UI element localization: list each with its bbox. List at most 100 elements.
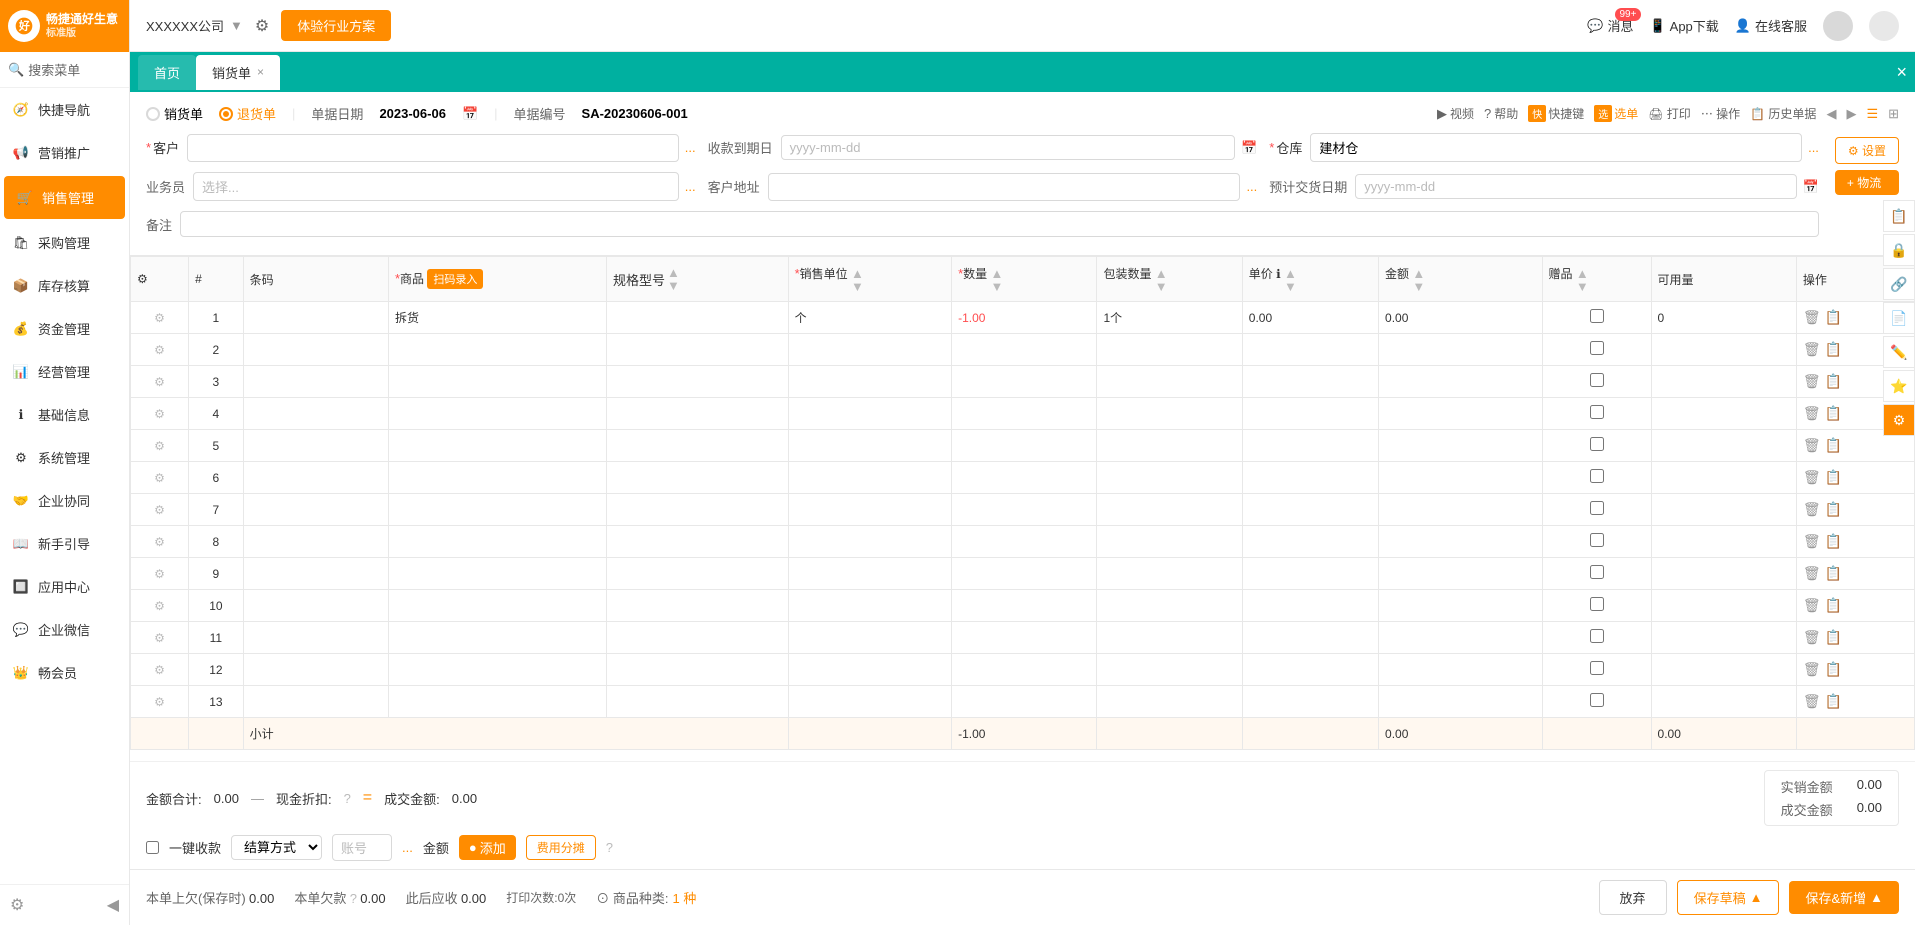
row-pkg-cell[interactable]: 1个 bbox=[1097, 302, 1242, 334]
row-spec-cell[interactable] bbox=[606, 590, 788, 622]
float-btn-7[interactable]: ⚙ bbox=[1883, 404, 1915, 436]
row-spec-cell[interactable] bbox=[606, 622, 788, 654]
float-btn-3[interactable]: 🔗 bbox=[1883, 268, 1915, 300]
row-qty-cell[interactable] bbox=[952, 430, 1097, 462]
row-amount-cell[interactable] bbox=[1379, 494, 1543, 526]
gift-checkbox[interactable] bbox=[1590, 469, 1604, 483]
row-price-cell[interactable] bbox=[1242, 494, 1378, 526]
tab-home[interactable]: 首页 bbox=[138, 55, 196, 90]
copy-row-icon[interactable]: 📋 bbox=[1825, 405, 1842, 422]
row-settings-cell[interactable]: ⚙ bbox=[131, 526, 189, 558]
nav-prev-icon[interactable]: ◀ bbox=[1826, 106, 1836, 122]
row-amount-cell[interactable]: 0.00 bbox=[1379, 302, 1543, 334]
row-qty-cell[interactable] bbox=[952, 622, 1097, 654]
copy-row-icon[interactable]: 📋 bbox=[1825, 693, 1842, 710]
row-gift-cell[interactable] bbox=[1542, 622, 1651, 654]
row-unit-cell[interactable] bbox=[788, 622, 952, 654]
sidebar-item-资金管理[interactable]: 💰资金管理 bbox=[0, 307, 129, 350]
row-price-cell[interactable] bbox=[1242, 526, 1378, 558]
settings-gear-icon[interactable]: ⚙ bbox=[255, 16, 269, 36]
row-product-cell[interactable] bbox=[388, 686, 606, 718]
one-click-pay-checkbox[interactable] bbox=[146, 841, 159, 854]
row-barcode-cell[interactable] bbox=[243, 334, 388, 366]
date-calendar-icon[interactable]: 📅 bbox=[462, 106, 478, 122]
row-product-cell[interactable] bbox=[388, 462, 606, 494]
row-pkg-cell[interactable] bbox=[1097, 526, 1242, 558]
copy-row-icon[interactable]: 📋 bbox=[1825, 373, 1842, 390]
row-product-cell[interactable] bbox=[388, 494, 606, 526]
row-product-cell[interactable] bbox=[388, 622, 606, 654]
delete-row-icon[interactable]: 🗑 bbox=[1803, 341, 1821, 358]
row-gift-cell[interactable] bbox=[1542, 334, 1651, 366]
row-qty-cell[interactable] bbox=[952, 654, 1097, 686]
gift-checkbox[interactable] bbox=[1590, 309, 1604, 323]
row-product-cell[interactable] bbox=[388, 590, 606, 622]
salesperson-dots[interactable]: ... bbox=[685, 179, 696, 194]
row-settings-cell[interactable]: ⚙ bbox=[131, 494, 189, 526]
sidebar-item-库存核算[interactable]: 📦库存核算 bbox=[0, 264, 129, 307]
row-qty-cell[interactable] bbox=[952, 590, 1097, 622]
gift-checkbox[interactable] bbox=[1590, 373, 1604, 387]
copy-row-icon[interactable]: 📋 bbox=[1825, 629, 1842, 646]
row-gift-cell[interactable] bbox=[1542, 686, 1651, 718]
row-spec-cell[interactable] bbox=[606, 686, 788, 718]
nav-next-icon[interactable]: ▶ bbox=[1846, 106, 1856, 122]
row-pkg-cell[interactable] bbox=[1097, 654, 1242, 686]
row-barcode-cell[interactable] bbox=[243, 526, 388, 558]
sidebar-item-快捷导航[interactable]: 🧭快捷导航 bbox=[0, 88, 129, 131]
row-spec-cell[interactable] bbox=[606, 462, 788, 494]
row-spec-cell[interactable] bbox=[606, 430, 788, 462]
sidebar-item-新手引导[interactable]: 📖新手引导 bbox=[0, 522, 129, 565]
row-amount-cell[interactable] bbox=[1379, 686, 1543, 718]
row-unit-cell[interactable] bbox=[788, 686, 952, 718]
row-unit-cell[interactable] bbox=[788, 430, 952, 462]
row-unit-cell[interactable] bbox=[788, 366, 952, 398]
row-pkg-cell[interactable] bbox=[1097, 398, 1242, 430]
row-amount-cell[interactable] bbox=[1379, 430, 1543, 462]
row-price-cell[interactable] bbox=[1242, 590, 1378, 622]
sidebar-item-采购管理[interactable]: 🛍采购管理 bbox=[0, 221, 129, 264]
row-unit-cell[interactable] bbox=[788, 334, 952, 366]
row-amount-cell[interactable] bbox=[1379, 526, 1543, 558]
account-dots[interactable]: ... bbox=[402, 840, 413, 855]
row-qty-cell[interactable] bbox=[952, 494, 1097, 526]
logistics-btn[interactable]: + 物流 bbox=[1835, 170, 1899, 195]
trial-btn[interactable]: 体验行业方案 bbox=[281, 10, 391, 41]
view-list-icon[interactable]: ☰ bbox=[1866, 106, 1878, 122]
gift-checkbox[interactable] bbox=[1590, 341, 1604, 355]
row-gift-cell[interactable] bbox=[1542, 494, 1651, 526]
copy-row-icon[interactable]: 📋 bbox=[1825, 597, 1842, 614]
expense-split-btn[interactable]: 费用分摊 bbox=[526, 835, 596, 860]
row-unit-cell[interactable] bbox=[788, 462, 952, 494]
row-unit-cell[interactable] bbox=[788, 590, 952, 622]
float-btn-4[interactable]: 📄 bbox=[1883, 302, 1915, 334]
delete-row-icon[interactable]: 🗑 bbox=[1803, 309, 1821, 326]
row-settings-cell[interactable]: ⚙ bbox=[131, 302, 189, 334]
th-settings[interactable]: ⚙ bbox=[131, 257, 189, 302]
delete-row-icon[interactable]: 🗑 bbox=[1803, 469, 1821, 486]
row-qty-cell[interactable] bbox=[952, 686, 1097, 718]
gift-checkbox[interactable] bbox=[1590, 437, 1604, 451]
sidebar-item-企业协同[interactable]: 🤝企业协同 bbox=[0, 479, 129, 522]
row-settings-cell[interactable]: ⚙ bbox=[131, 366, 189, 398]
row-pkg-cell[interactable] bbox=[1097, 462, 1242, 494]
add-payment-btn[interactable]: ● 添加 bbox=[459, 835, 516, 860]
row-barcode-cell[interactable] bbox=[243, 462, 388, 494]
row-spec-cell[interactable] bbox=[606, 398, 788, 430]
row-spec-cell[interactable] bbox=[606, 366, 788, 398]
online-service-btn[interactable]: 👤 在线客服 bbox=[1735, 16, 1807, 35]
copy-row-icon[interactable]: 📋 bbox=[1825, 469, 1842, 486]
sidebar-item-经营管理[interactable]: 📊经营管理 bbox=[0, 350, 129, 393]
row-product-cell[interactable] bbox=[388, 334, 606, 366]
delete-row-icon[interactable]: 🗑 bbox=[1803, 693, 1821, 710]
row-qty-cell[interactable] bbox=[952, 366, 1097, 398]
row-product-cell[interactable] bbox=[388, 558, 606, 590]
owe-help-icon[interactable]: ? bbox=[350, 891, 357, 906]
delete-row-icon[interactable]: 🗑 bbox=[1803, 437, 1821, 454]
radio-sale[interactable]: 销货单 bbox=[146, 104, 203, 123]
row-gift-cell[interactable] bbox=[1542, 654, 1651, 686]
sidebar-item-企业微信[interactable]: 💬企业微信 bbox=[0, 608, 129, 651]
delete-row-icon[interactable]: 🗑 bbox=[1803, 661, 1821, 678]
gift-checkbox[interactable] bbox=[1590, 533, 1604, 547]
sidebar-item-营销推广[interactable]: 📢营销推广 bbox=[0, 131, 129, 174]
